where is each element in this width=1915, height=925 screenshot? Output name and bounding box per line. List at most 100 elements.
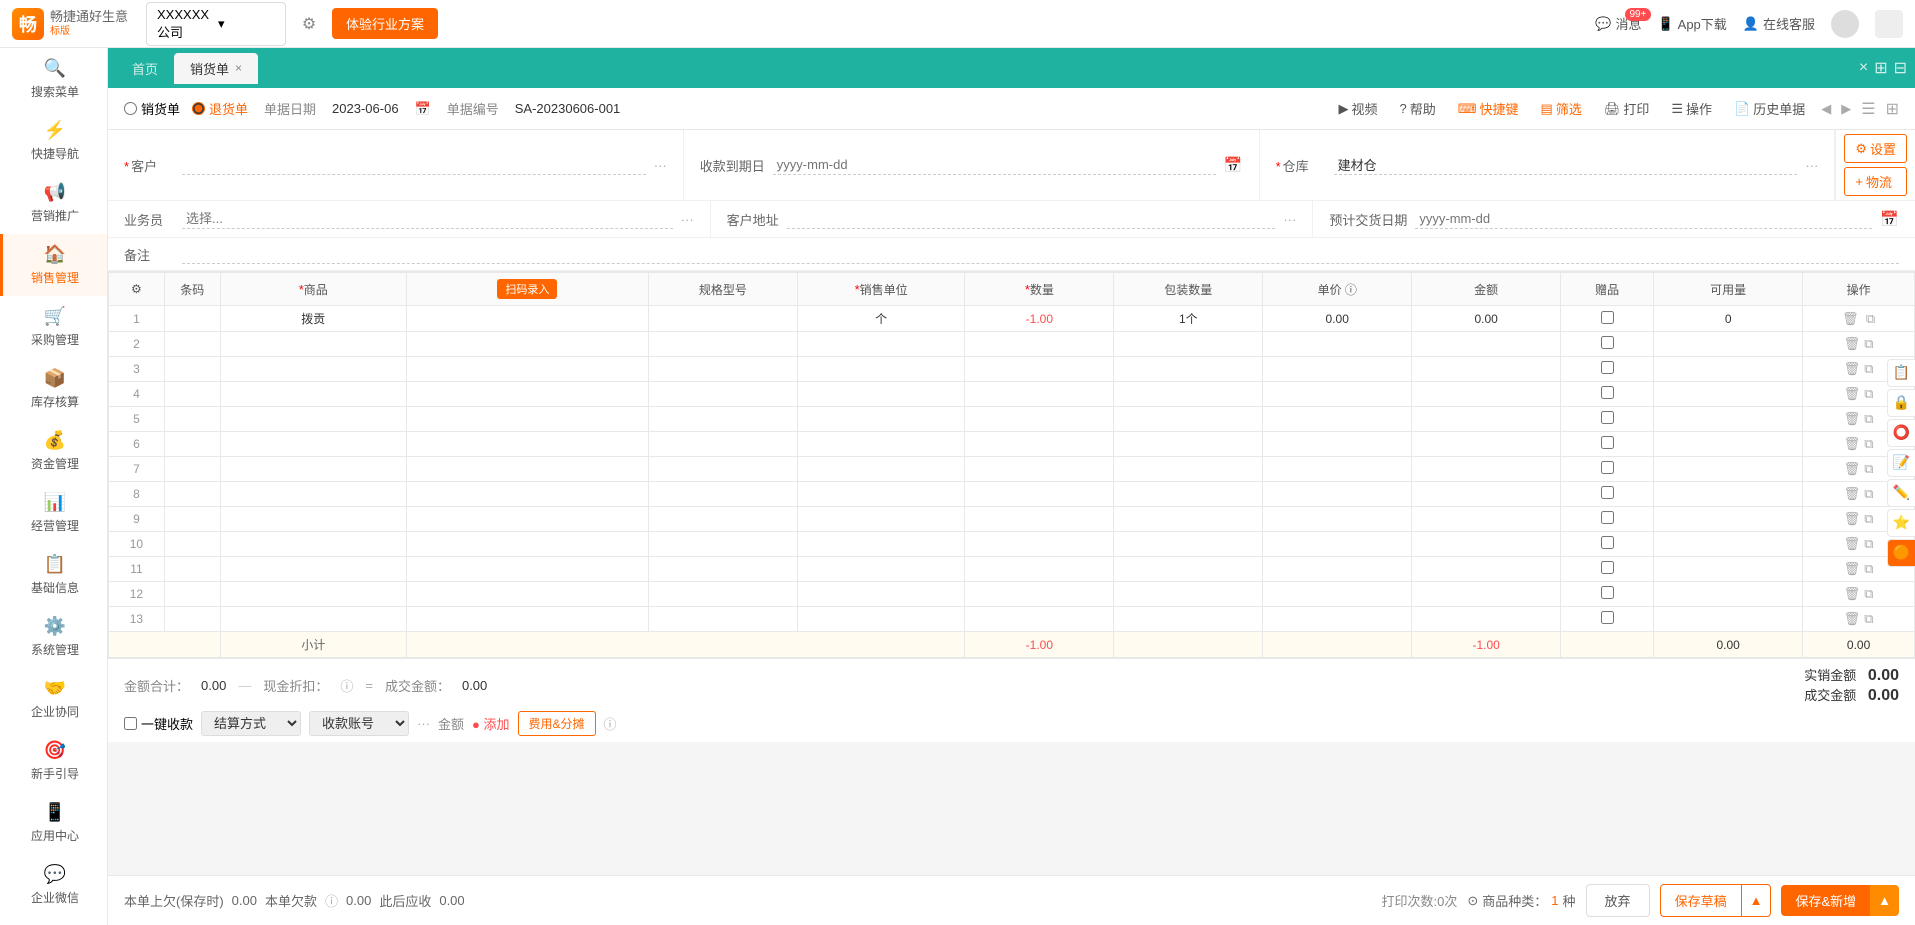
rf-btn-6[interactable]: ⭐ (1887, 509, 1915, 537)
gift-checkbox-1[interactable] (1601, 311, 1614, 324)
add-payment-btn[interactable]: ● 添加 (472, 714, 509, 733)
gift-checkbox[interactable] (1601, 361, 1614, 374)
sidebar-item-enterprise[interactable]: 🤝 企业协同 (0, 668, 107, 730)
salesperson-more-icon[interactable]: ··· (681, 212, 694, 227)
gift-checkbox[interactable] (1601, 386, 1614, 399)
th-settings[interactable]: ⚙ (109, 273, 165, 306)
app-download-item[interactable]: 📱 App下载 (1657, 14, 1726, 33)
sidebar-item-guide[interactable]: 🎯 新手引导 (0, 730, 107, 792)
calendar-payment-icon[interactable]: 📅 (1224, 156, 1243, 174)
copy-row-icon[interactable]: ⧉ (1864, 536, 1873, 551)
gift-checkbox[interactable] (1601, 486, 1614, 499)
copy-row-icon[interactable]: ⧉ (1864, 386, 1873, 401)
print-btn[interactable]: 🖨 打印 (1598, 96, 1656, 121)
list-view-icon[interactable]: ☰ (1861, 99, 1875, 119)
delivery-date-input[interactable] (1415, 209, 1872, 229)
copy-row-icon[interactable]: ⧉ (1864, 611, 1873, 626)
rf-btn-7[interactable]: 🟠 (1887, 539, 1915, 567)
sidebar-item-system[interactable]: ⚙️ 系统管理 (0, 606, 107, 668)
gift-checkbox[interactable] (1601, 611, 1614, 624)
settings-btn[interactable]: ⚙ 设置 (1844, 134, 1907, 163)
customer-more-icon[interactable]: ··· (654, 158, 667, 173)
logistics-btn[interactable]: + 物流 (1844, 167, 1907, 196)
sidebar-item-marketing[interactable]: 📢 营销推广 (0, 172, 107, 234)
sidebar-item-purchase[interactable]: 🛒 采购管理 (0, 296, 107, 358)
online-service-item[interactable]: 👤 在线客服 (1743, 14, 1815, 33)
copy-row-icon[interactable]: ⧉ (1864, 361, 1873, 376)
sidebar-item-operation[interactable]: 📊 经营管理 (0, 482, 107, 544)
copy-row-icon[interactable]: ⧉ (1864, 461, 1873, 476)
delete-row-icon[interactable]: 🗑 (1844, 486, 1861, 501)
radio-return-input[interactable] (192, 102, 205, 115)
payment-due-input[interactable] (773, 155, 1216, 175)
copy-row-icon[interactable]: ⧉ (1864, 336, 1873, 351)
copy-row-icon[interactable]: ⧉ (1864, 586, 1873, 601)
delete-row-icon[interactable]: 🗑 (1844, 361, 1861, 376)
sidebar-item-wechat[interactable]: 💬 企业微信 (0, 854, 107, 916)
copy-row-icon[interactable]: ⧉ (1864, 511, 1873, 526)
delete-row-icon[interactable]: 🗑 (1842, 311, 1859, 326)
radio-sales-order[interactable]: 销货单 (124, 99, 180, 118)
delete-row-icon[interactable]: 🗑 (1844, 386, 1861, 401)
filter-btn[interactable]: ▤ 筛选 (1535, 96, 1588, 121)
delete-row-icon[interactable]: 🗑 (1844, 336, 1861, 351)
fee-help-icon[interactable]: ⓘ (604, 714, 617, 733)
delete-row-icon[interactable]: 🗑 (1844, 561, 1861, 576)
settings-button[interactable]: ⚙ (294, 9, 324, 39)
account-more-icon[interactable]: ··· (417, 716, 430, 731)
delete-row-icon[interactable]: 🗑 (1844, 511, 1861, 526)
gift-checkbox[interactable] (1601, 561, 1614, 574)
sidebar-item-search[interactable]: 🔍 搜索菜单 (0, 48, 107, 110)
message-item[interactable]: 💬 消息 99+ (1595, 14, 1641, 33)
payment-method-select[interactable]: 结算方式 (201, 711, 301, 736)
rf-btn-2[interactable]: 🔒 (1887, 389, 1915, 417)
table-view-icon[interactable]: ⊞ (1874, 58, 1887, 78)
operation-btn[interactable]: ☰ 操作 (1665, 96, 1718, 121)
gift-checkbox[interactable] (1601, 436, 1614, 449)
save-draft-button[interactable]: 保存草稿 (1660, 884, 1742, 917)
delete-row-icon[interactable]: 🗑 (1844, 461, 1861, 476)
radio-sales-input[interactable] (124, 102, 137, 115)
grid-view-icon[interactable]: ⊟ (1894, 58, 1907, 78)
delete-row-icon[interactable]: 🗑 (1844, 436, 1861, 451)
copy-row-icon[interactable]: ⧉ (1866, 311, 1875, 326)
gift-checkbox[interactable] (1601, 411, 1614, 424)
close-tab-icon[interactable]: × (235, 61, 242, 75)
sidebar-item-finance[interactable]: 💰 资金管理 (0, 420, 107, 482)
tab-home[interactable]: 首页 (116, 53, 174, 84)
trial-button[interactable]: 体验行业方案 (332, 8, 438, 39)
gift-checkbox[interactable] (1601, 586, 1614, 599)
sidebar-item-member[interactable]: 👑 畅会员 (0, 916, 107, 925)
delete-row-icon[interactable]: 🗑 (1844, 586, 1861, 601)
payment-checkbox[interactable] (124, 717, 137, 730)
history-btn[interactable]: 📄 历史单据 (1728, 96, 1811, 121)
gift-checkbox[interactable] (1601, 336, 1614, 349)
fee-split-btn[interactable]: 费用&分摊 (518, 711, 596, 736)
rf-btn-1[interactable]: 📋 (1887, 359, 1915, 387)
sidebar-item-quick-nav[interactable]: ⚡ 快捷导航 (0, 110, 107, 172)
rf-btn-3[interactable]: ⭕ (1887, 419, 1915, 447)
avatar[interactable] (1831, 10, 1859, 38)
copy-row-icon[interactable]: ⧉ (1864, 486, 1873, 501)
nav-next-icon[interactable]: ▶ (1841, 101, 1851, 117)
tab-sales-order[interactable]: 销货单 × (174, 53, 258, 84)
notes-input[interactable] (182, 244, 1899, 264)
shortcut-btn[interactable]: ⌨ 快捷键 (1452, 96, 1525, 121)
sidebar-item-inventory[interactable]: 📦 库存核算 (0, 358, 107, 420)
salesperson-input[interactable] (182, 209, 673, 229)
help-btn[interactable]: ? 帮助 (1394, 96, 1442, 121)
radio-return-order[interactable]: 退货单 (192, 99, 248, 118)
grid-view-icon[interactable]: ⊞ (1886, 99, 1899, 119)
discard-button[interactable]: 放弃 (1586, 884, 1650, 917)
sidebar-item-app-center[interactable]: 📱 应用中心 (0, 792, 107, 854)
gift-checkbox[interactable] (1601, 461, 1614, 474)
sidebar-item-basic[interactable]: 📋 基础信息 (0, 544, 107, 606)
delete-row-icon[interactable]: 🗑 (1844, 611, 1861, 626)
delete-row-icon[interactable]: 🗑 (1844, 411, 1861, 426)
save-new-arrow-button[interactable]: ▲ (1870, 885, 1899, 916)
nav-prev-icon[interactable]: ◀ (1821, 101, 1831, 117)
gift-checkbox[interactable] (1601, 536, 1614, 549)
sidebar-item-sales[interactable]: 🏠 销售管理 (0, 234, 107, 296)
warehouse-more-icon[interactable]: ··· (1805, 158, 1818, 173)
gift-checkbox[interactable] (1601, 511, 1614, 524)
